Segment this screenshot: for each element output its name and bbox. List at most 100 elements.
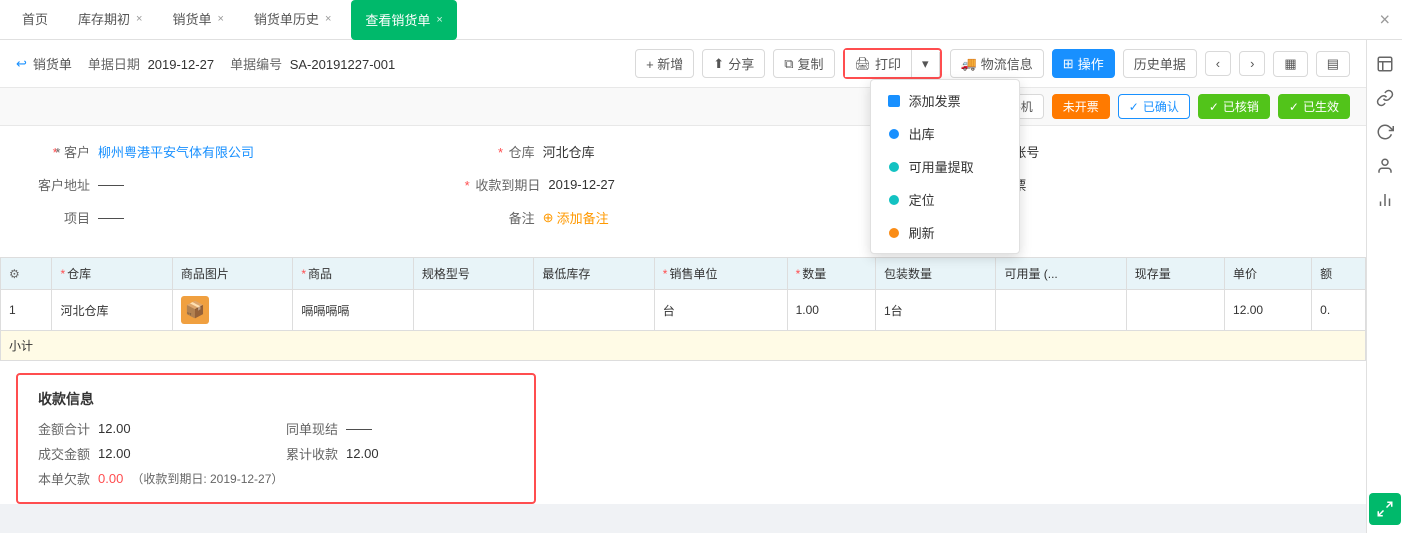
tab-inventory-init[interactable]: 库存期初 × <box>64 0 156 40</box>
not-open-button[interactable]: 未开票 <box>1052 94 1110 119</box>
outstanding-value: 0.00 <box>98 471 123 486</box>
gear-icon[interactable]: ⚙ <box>9 267 20 281</box>
subtotal-row: 小计 <box>1 331 1366 361</box>
amount-total-value: 12.00 <box>98 421 131 436</box>
sub-toolbar: 📱 来自手机 未开票 ✓ 已确认 ✓ 已核销 ✓ 已生效 <box>0 88 1366 126</box>
dropdown-outbound[interactable]: 出库 <box>871 117 1019 150</box>
operation-button[interactable]: ⊞ 操作 <box>1052 49 1115 78</box>
payment-date-field: * 收款到期日 2019-12-27 <box>465 175 902 194</box>
col-gear: ⚙ <box>1 258 52 290</box>
cumulative-payment-value: 12.00 <box>346 446 379 461</box>
warehouse-field: * 仓库 河北仓库 <box>465 142 902 161</box>
new-button[interactable]: + 新增 <box>635 49 694 78</box>
copy-button[interactable]: ⧉ 复制 <box>773 49 834 78</box>
row-warehouse: 河北仓库 <box>52 290 172 331</box>
row-pack-qty: 1台 <box>875 290 995 331</box>
address-value: —— <box>98 177 124 192</box>
toolbar-left: ↩ 销货单 单据日期 2019-12-27 单据编号 SA-20191227-0… <box>16 54 395 73</box>
no-meta: 单据编号 SA-20191227-001 <box>230 54 395 73</box>
grid2-button[interactable]: ▤ <box>1316 51 1350 77</box>
customer-value[interactable]: 柳州粤港平安气体有限公司 <box>98 142 254 161</box>
right-sidebar <box>1366 40 1402 533</box>
tab-sales-history-close[interactable]: × <box>325 13 331 25</box>
form-row-1: * * 客户 柳州粤港平安气体有限公司 * 仓库 河北仓库 业务员 演示账号 <box>20 142 1346 161</box>
transaction-amount-value: 12.00 <box>98 446 131 461</box>
col-pack-qty: 包装数量 <box>875 258 995 290</box>
project-field: 项目 —— <box>20 208 457 227</box>
dropdown-available-qty[interactable]: 可用量提取 <box>871 150 1019 183</box>
effective-button[interactable]: ✓ 已生效 <box>1278 94 1350 119</box>
history-button[interactable]: 历史单据 <box>1123 49 1197 78</box>
payment-info-box: 收款信息 金额合计 12.00 同单现结 —— 成交金额 12.00 累计收款 … <box>16 373 536 504</box>
sidebar-icon-user[interactable] <box>1369 150 1401 182</box>
doc-area: ↩ 销货单 单据日期 2019-12-27 单据编号 SA-20191227-0… <box>0 40 1366 504</box>
date-meta: 单据日期 2019-12-27 <box>88 54 214 73</box>
row-available <box>996 290 1126 331</box>
row-no: 1 <box>1 290 52 331</box>
doc-type-label: 销货单 <box>33 54 72 73</box>
add-invoice-icon <box>887 94 901 108</box>
dropdown-add-invoice[interactable]: 添加发票 <box>871 84 1019 117</box>
address-field: 客户地址 —— <box>20 175 457 194</box>
add-note-button[interactable]: ⊕ 添加备注 <box>543 208 609 227</box>
operation-icon: ⊞ <box>1063 56 1074 72</box>
cancel-check-icon: ✓ <box>1209 100 1219 114</box>
row-model <box>413 290 533 331</box>
tab-bar: 首页 库存期初 × 销货单 × 销货单历史 × 查看销货单 × × <box>0 0 1402 40</box>
col-warehouse: *仓库 <box>52 258 172 290</box>
col-qty: *数量 <box>787 258 875 290</box>
print-button[interactable]: 🖨 打印 <box>845 50 913 77</box>
tab-view-sales-close[interactable]: × <box>436 14 442 26</box>
dropdown-refresh[interactable]: 刷新 <box>871 216 1019 249</box>
doc-title: ↩ 销货单 <box>16 54 72 73</box>
outbound-icon <box>887 127 901 141</box>
sidebar-icon-chart[interactable] <box>1369 184 1401 216</box>
subtotal-cell: 小计 <box>1 331 1366 361</box>
cumulative-payment-row: 累计收款 12.00 <box>286 444 514 463</box>
share-button[interactable]: ⬆ 分享 <box>702 49 765 78</box>
row-amount: 0. <box>1312 290 1366 331</box>
project-value: —— <box>98 210 124 225</box>
sidebar-icon-link[interactable] <box>1369 82 1401 114</box>
prev-button[interactable]: ‹ <box>1205 51 1231 76</box>
window-close[interactable]: × <box>1379 9 1390 30</box>
tab-sales-history[interactable]: 销货单历史 × <box>240 0 345 40</box>
effective-check-icon: ✓ <box>1289 100 1299 114</box>
logistics-icon: 🚚 <box>961 56 977 72</box>
tab-sales-order[interactable]: 销货单 × <box>158 0 237 40</box>
dropdown-locate[interactable]: 定位 <box>871 183 1019 216</box>
row-product: 嗝嗝嗝嗝 <box>293 290 413 331</box>
cancelled-button[interactable]: ✓ 已核销 <box>1198 94 1270 119</box>
copy-icon: ⧉ <box>784 56 793 72</box>
confirmed-button[interactable]: ✓ 已确认 <box>1118 94 1190 119</box>
form-area: * * 客户 柳州粤港平安气体有限公司 * 仓库 河北仓库 业务员 演示账号 <box>0 126 1366 257</box>
col-price: 单价 <box>1225 258 1312 290</box>
tab-inventory-init-close[interactable]: × <box>136 13 142 25</box>
tab-view-sales[interactable]: 查看销货单 × <box>351 0 456 40</box>
print-icon: 🖨 <box>855 56 872 72</box>
print-button-group: 🖨 打印 ▾ 添加发票 出库 <box>843 48 942 79</box>
next-button[interactable]: › <box>1239 51 1265 76</box>
outstanding-note: （收款到期日: 2019-12-27） <box>131 470 283 487</box>
tab-home[interactable]: 首页 <box>8 0 62 40</box>
sidebar-icon-expand[interactable] <box>1369 493 1401 525</box>
outstanding-row: 本单欠款 0.00 （收款到期日: 2019-12-27） <box>38 469 514 488</box>
amount-total-row: 金额合计 12.00 <box>38 419 266 438</box>
logistics-button[interactable]: 🚚 物流信息 <box>950 49 1044 78</box>
col-stock: 现存量 <box>1126 258 1224 290</box>
sidebar-icon-refresh[interactable] <box>1369 116 1401 148</box>
payment-info-title: 收款信息 <box>38 389 514 409</box>
sidebar-icon-1[interactable] <box>1369 48 1401 80</box>
form-row-2: 客户地址 —— * 收款到期日 2019-12-27 * 票据类型 不开票 <box>20 175 1346 194</box>
row-min-stock <box>534 290 654 331</box>
check-icon: ✓ <box>1129 100 1139 114</box>
available-qty-icon <box>887 160 901 174</box>
tab-sales-order-close[interactable]: × <box>217 13 223 25</box>
product-image: 📦 <box>181 296 209 324</box>
row-price: 12.00 <box>1225 290 1312 331</box>
share-icon: ⬆ <box>713 56 724 72</box>
print-dropdown-toggle[interactable]: ▾ <box>912 52 940 76</box>
toolbar-right: + 新增 ⬆ 分享 ⧉ 复制 🖨 打印 ▾ <box>635 48 1350 79</box>
doc-icon: ↩ <box>16 56 27 72</box>
grid1-button[interactable]: ▦ <box>1273 51 1307 77</box>
